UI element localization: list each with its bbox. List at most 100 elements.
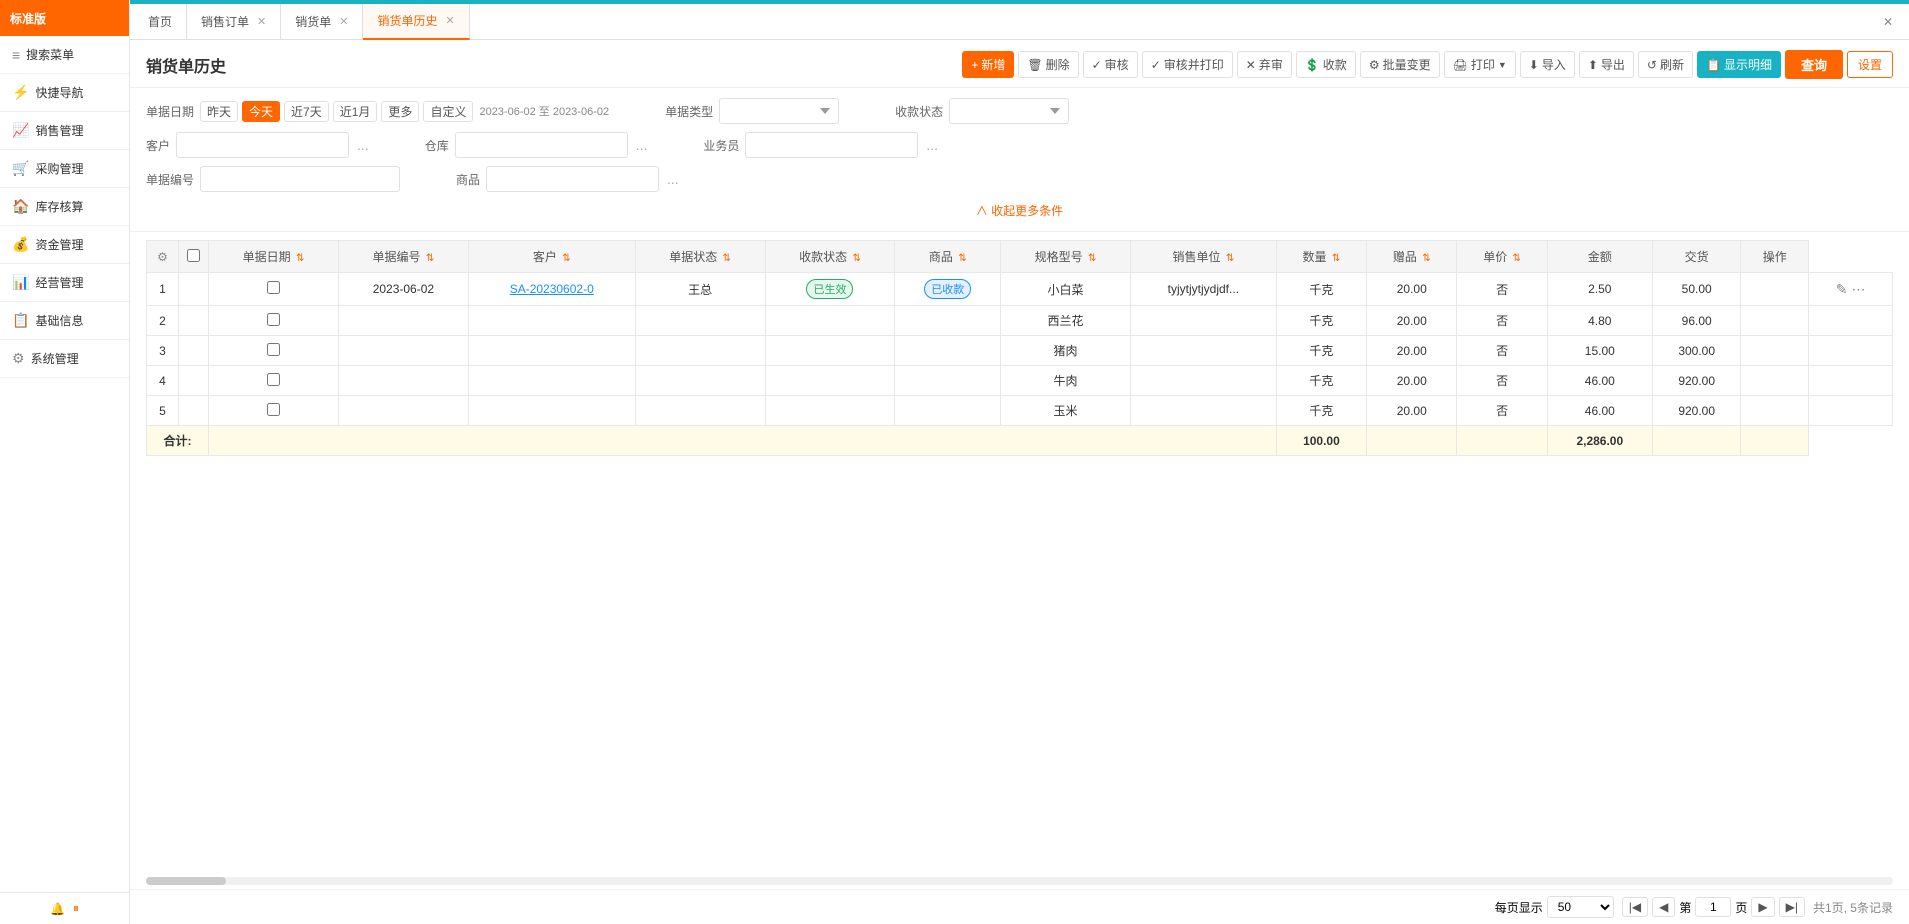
th-gift[interactable]: 赠品 ⇅ <box>1367 241 1457 273</box>
row-action-1[interactable] <box>1809 306 1893 336</box>
data-table: ⚙ 单据日期 ⇅ 单据编号 ⇅ <box>146 240 1893 456</box>
discard-icon: ✕ <box>1246 58 1256 72</box>
custom-btn[interactable]: 自定义 <box>423 101 473 122</box>
settings-button[interactable]: 设置 <box>1847 51 1893 78</box>
horizontal-scrollbar[interactable] <box>146 877 1893 885</box>
tab-sales-order-close[interactable]: ✕ <box>257 4 266 40</box>
footer-spacer <box>209 426 1277 456</box>
row-checkbox-4[interactable] <box>209 396 339 426</box>
tab-sales-history[interactable]: 销货单历史 ✕ <box>363 4 469 40</box>
doc-type-select[interactable] <box>719 98 839 124</box>
goods-more-icon[interactable]: ... <box>667 171 679 187</box>
last1m-btn[interactable]: 近1月 <box>333 101 378 122</box>
tab-sales-history-close[interactable]: ✕ <box>446 3 455 39</box>
sidebar-item-inventory-calc[interactable]: 🏠 库存核算 <box>0 188 129 226</box>
sidebar-item-sales-mgmt[interactable]: 📈 销售管理 <box>0 112 129 150</box>
yesterday-btn[interactable]: 昨天 <box>200 101 238 122</box>
row-action-0[interactable]: ✎⋯ <box>1809 273 1893 306</box>
sidebar-item-funds-mgmt[interactable]: 💰 资金管理 <box>0 226 129 264</box>
salesperson-input[interactable] <box>745 132 918 158</box>
row-action-4[interactable] <box>1809 396 1893 426</box>
pause-icon[interactable]: ⏸ <box>73 901 79 916</box>
audit-print-button[interactable]: ✓ 审核并打印 <box>1142 51 1233 78</box>
discard-button[interactable]: ✕ 弃审 <box>1237 51 1292 78</box>
th-goods[interactable]: 商品 ⇅ <box>895 241 1001 273</box>
sidebar-item-search-menu[interactable]: ≡ 搜索菜单 <box>0 36 129 74</box>
row-qty-4: 20.00 <box>1367 396 1457 426</box>
th-doc-number[interactable]: 单据编号 ⇅ <box>338 241 468 273</box>
row-doc-number-4[interactable] <box>468 396 635 426</box>
row-amount-2: 300.00 <box>1652 336 1741 366</box>
table-area: ⚙ 单据日期 ⇅ 单据编号 ⇅ <box>130 232 1909 877</box>
row-checkbox-0[interactable] <box>209 273 339 306</box>
th-unit[interactable]: 销售单位 ⇅ <box>1130 241 1276 273</box>
th-doc-status[interactable]: 单据状态 ⇅ <box>635 241 765 273</box>
prev-page-button[interactable]: ◀ <box>1652 897 1675 917</box>
refresh-button[interactable]: ↺ 刷新 <box>1638 51 1693 78</box>
more-btn[interactable]: 更多 <box>381 101 419 122</box>
sidebar-item-ops-mgmt[interactable]: 📊 经营管理 <box>0 264 129 302</box>
row-action-3[interactable] <box>1809 366 1893 396</box>
total-info: 共1页, 5条记录 <box>1813 899 1893 916</box>
doc-number-input[interactable] <box>200 166 400 192</box>
th-checkbox[interactable] <box>179 241 209 273</box>
more-action-icon[interactable]: ⋯ <box>1851 281 1865 297</box>
next-page-button[interactable]: ▶ <box>1751 897 1774 917</box>
export-button[interactable]: ⬆ 导出 <box>1579 51 1634 78</box>
salesperson-more-icon[interactable]: ... <box>926 137 938 153</box>
tab-sales-goods-close[interactable]: ✕ <box>339 4 348 40</box>
row-checkbox-3[interactable] <box>209 366 339 396</box>
th-collect-status[interactable]: 收款状态 ⇅ <box>765 241 895 273</box>
warehouse-input[interactable] <box>455 132 628 158</box>
row-action-2[interactable] <box>1809 336 1893 366</box>
th-customer[interactable]: 客户 ⇅ <box>468 241 635 273</box>
sidebar-item-sys-mgmt[interactable]: ⚙ 系统管理 <box>0 340 129 378</box>
goods-input[interactable] <box>486 166 659 192</box>
audit-button[interactable]: ✓ 审核 <box>1083 51 1138 78</box>
warehouse-more-icon[interactable]: ... <box>636 137 648 153</box>
customer-more-icon[interactable]: ... <box>357 137 369 153</box>
last7-btn[interactable]: 近7天 <box>284 101 329 122</box>
print-button[interactable]: 🖨 打印 ▼ <box>1444 51 1516 78</box>
row-doc-number-0[interactable]: SA-20230602-0 <box>468 273 635 306</box>
edit-icon[interactable]: ✎ <box>1836 281 1848 297</box>
today-btn[interactable]: 今天 <box>242 101 280 122</box>
page-number-input[interactable]: 1 <box>1695 897 1731 917</box>
row-doc-date-0: 2023-06-02 <box>338 273 468 306</box>
collect-status-select[interactable] <box>949 98 1069 124</box>
row-doc-number-1[interactable] <box>468 306 635 336</box>
th-unit-price[interactable]: 单价 ⇅ <box>1457 241 1547 273</box>
collapse-button[interactable]: ∧ 收起更多条件 <box>146 200 1893 221</box>
new-button[interactable]: + 新增 <box>962 51 1014 78</box>
sidebar-item-purchase-mgmt[interactable]: 🛒 采购管理 <box>0 150 129 188</box>
th-settings[interactable]: ⚙ <box>147 241 179 273</box>
row-checkbox-1[interactable] <box>209 306 339 336</box>
last-page-button[interactable]: ▶| <box>1779 897 1805 917</box>
first-page-button[interactable]: |◀ <box>1622 897 1648 917</box>
tab-home[interactable]: 首页 <box>134 4 187 40</box>
collect-button[interactable]: 💲 收款 <box>1296 51 1356 78</box>
th-qty[interactable]: 数量 ⇅ <box>1276 241 1366 273</box>
batch-change-button[interactable]: ⚙ 批量变更 <box>1360 51 1440 78</box>
tab-sales-order[interactable]: 销售订单 ✕ <box>187 4 281 40</box>
row-doc-number-2[interactable] <box>468 336 635 366</box>
import-button[interactable]: ⬇ 导入 <box>1520 51 1575 78</box>
per-page-select[interactable]: 50 100 200 <box>1547 896 1614 918</box>
sidebar-item-basic-info[interactable]: 📋 基础信息 <box>0 302 129 340</box>
th-doc-date[interactable]: 单据日期 ⇅ <box>209 241 339 273</box>
notification-icon[interactable]: 🔔 <box>50 902 65 916</box>
th-spec[interactable]: 规格型号 ⇅ <box>1001 241 1131 273</box>
tab-sales-goods[interactable]: 销货单 ✕ <box>281 4 363 40</box>
scroll-thumb[interactable] <box>146 877 226 885</box>
customer-input[interactable] <box>176 132 349 158</box>
tabs-close-all-button[interactable]: ✕ <box>1871 15 1905 29</box>
query-button[interactable]: 查询 <box>1785 50 1843 79</box>
table-settings-icon[interactable]: ⚙ <box>157 250 168 264</box>
row-amount-4: 920.00 <box>1652 396 1741 426</box>
select-all-checkbox[interactable] <box>187 249 200 262</box>
row-checkbox-2[interactable] <box>209 336 339 366</box>
delete-button[interactable]: 🗑 删除 <box>1018 51 1078 78</box>
row-doc-number-3[interactable] <box>468 366 635 396</box>
show-detail-button[interactable]: 📋 显示明细 <box>1697 51 1781 78</box>
sidebar-item-quick-nav[interactable]: ⚡ 快捷导航 <box>0 74 129 112</box>
